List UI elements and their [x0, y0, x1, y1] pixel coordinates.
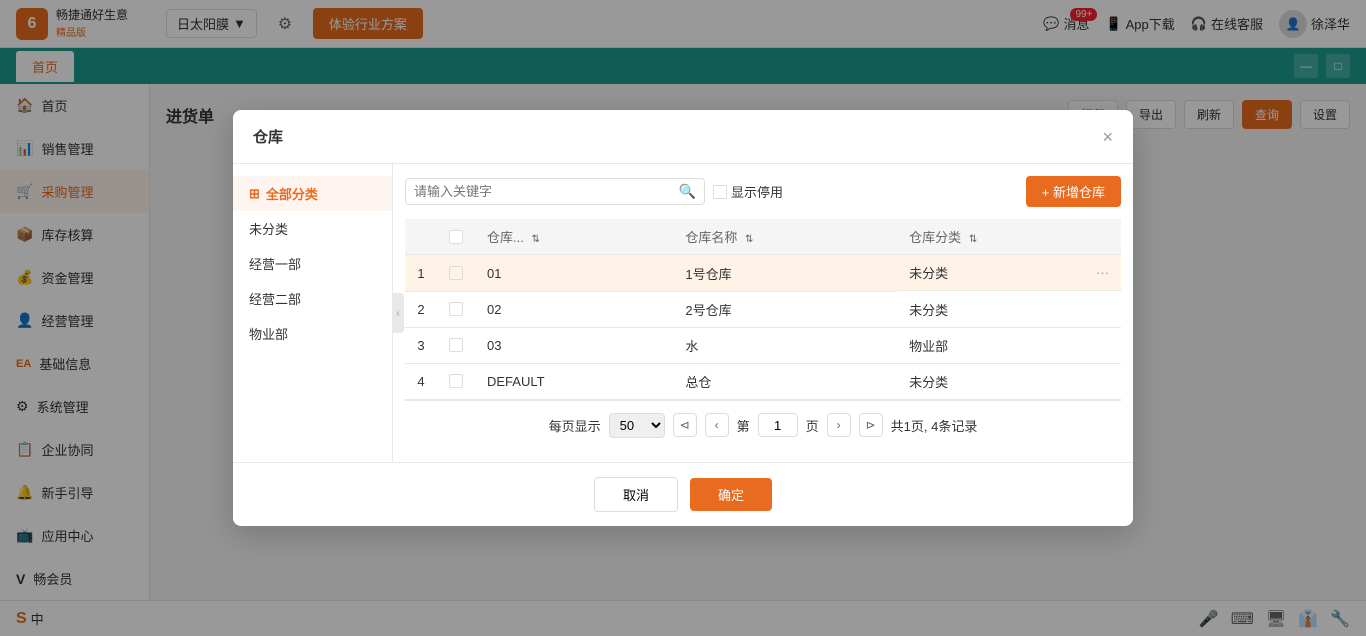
prev-page-button[interactable]: ‹ — [705, 413, 729, 437]
table-row[interactable]: 1 01 1号仓库 未分类 ··· — [405, 255, 1121, 292]
row-num: 4 — [405, 363, 437, 399]
warehouse-name: 水 — [673, 327, 897, 363]
warehouse-code: 03 — [475, 327, 673, 363]
th-code: 仓库... ⇅ — [475, 219, 673, 255]
total-label: 共1页, 4条记录 — [891, 416, 978, 435]
panel-collapse-button[interactable]: ‹ — [392, 293, 404, 333]
warehouse-category: 物业部 — [897, 327, 1121, 363]
per-page-label: 每页显示 — [549, 416, 601, 435]
row-num: 3 — [405, 327, 437, 363]
pagination-bar: 每页显示 50 100 200 ⊲ ‹ 第 页 › ⊳ 共1页, 4条记录 — [405, 400, 1121, 450]
table-header-row: 仓库... ⇅ 仓库名称 ⇅ 仓库分类 ⇅ — [405, 219, 1121, 255]
row-checkbox[interactable] — [449, 338, 463, 352]
category-all[interactable]: ⊞ 全部分类 — [233, 176, 392, 211]
row-num: 1 — [405, 255, 437, 292]
right-toolbar: 🔍 显示停用 + 新增仓库 — [405, 176, 1121, 207]
search-wrap: 🔍 — [405, 178, 705, 205]
th-num — [405, 219, 437, 255]
warehouse-category: 未分类 ··· — [897, 255, 1121, 291]
category-item-dept2[interactable]: 经营二部 — [233, 281, 392, 316]
table-row[interactable]: 4 DEFAULT 总仓 未分类 — [405, 363, 1121, 399]
page-label: 页 — [806, 416, 819, 435]
category-item-property[interactable]: 物业部 — [233, 316, 392, 351]
warehouse-table: 仓库... ⇅ 仓库名称 ⇅ 仓库分类 ⇅ — [405, 219, 1121, 400]
category-panel: ⊞ 全部分类 未分类 经营一部 经营二部 物业部 ‹ — [233, 164, 393, 462]
th-category: 仓库分类 ⇅ — [897, 219, 1121, 255]
category-item-dept1[interactable]: 经营一部 — [233, 246, 392, 281]
next-page-button[interactable]: › — [827, 413, 851, 437]
warehouse-category: 未分类 — [897, 291, 1121, 327]
warehouse-modal: 仓库 × ⊞ 全部分类 未分类 经营一部 经营二部 — [233, 110, 1133, 526]
page-number-input[interactable] — [758, 413, 798, 437]
warehouse-code: DEFAULT — [475, 363, 673, 399]
show-disabled-wrap: 显示停用 — [713, 182, 783, 201]
sort-code-icon: ⇅ — [531, 234, 539, 245]
table-row[interactable]: 3 03 水 物业部 — [405, 327, 1121, 363]
confirm-button[interactable]: 确定 — [690, 478, 772, 511]
row-checkbox[interactable] — [449, 302, 463, 316]
per-page-select[interactable]: 50 100 200 — [609, 413, 665, 438]
close-icon[interactable]: × — [1102, 128, 1113, 146]
th-name: 仓库名称 ⇅ — [673, 219, 897, 255]
right-panel: 🔍 显示停用 + 新增仓库 — [393, 164, 1133, 462]
cancel-button[interactable]: 取消 — [594, 477, 678, 512]
modal-header: 仓库 × — [233, 110, 1133, 164]
warehouse-code: 02 — [475, 291, 673, 327]
row-checkbox-cell — [437, 255, 475, 292]
warehouse-name: 1号仓库 — [673, 255, 897, 292]
search-icon[interactable]: 🔍 — [679, 183, 696, 200]
row-checkbox-cell — [437, 291, 475, 327]
first-page-button[interactable]: ⊲ — [673, 413, 697, 437]
row-checkbox[interactable] — [449, 266, 463, 280]
warehouse-category: 未分类 — [897, 363, 1121, 399]
sort-category-icon: ⇅ — [969, 234, 977, 245]
th-checkbox — [437, 219, 475, 255]
page-num-label: 第 — [737, 416, 750, 435]
modal-body: ⊞ 全部分类 未分类 经营一部 经营二部 物业部 ‹ — [233, 164, 1133, 462]
add-warehouse-button[interactable]: + 新增仓库 — [1026, 176, 1121, 207]
category-item-unclassified[interactable]: 未分类 — [233, 211, 392, 246]
overlay: 仓库 × ⊞ 全部分类 未分类 经营一部 经营二部 — [0, 0, 1366, 636]
sort-name-icon: ⇅ — [745, 234, 753, 245]
row-num: 2 — [405, 291, 437, 327]
show-disabled-label: 显示停用 — [731, 182, 783, 201]
select-all-checkbox[interactable] — [449, 230, 463, 244]
row-checkbox[interactable] — [449, 374, 463, 388]
table-row[interactable]: 2 02 2号仓库 未分类 — [405, 291, 1121, 327]
row-checkbox-cell — [437, 327, 475, 363]
warehouse-code: 01 — [475, 255, 673, 292]
show-disabled-checkbox[interactable] — [713, 185, 727, 199]
row-checkbox-cell — [437, 363, 475, 399]
warehouse-name: 总仓 — [673, 363, 897, 399]
category-all-label: 全部分类 — [266, 184, 318, 203]
modal-footer: 取消 确定 — [233, 462, 1133, 526]
last-page-button[interactable]: ⊳ — [859, 413, 883, 437]
search-input[interactable] — [414, 184, 679, 199]
more-icon[interactable]: ··· — [1096, 265, 1109, 280]
table-container: 仓库... ⇅ 仓库名称 ⇅ 仓库分类 ⇅ — [405, 219, 1121, 400]
modal-title: 仓库 — [253, 126, 283, 147]
warehouse-name: 2号仓库 — [673, 291, 897, 327]
grid-icon: ⊞ — [249, 186, 260, 202]
